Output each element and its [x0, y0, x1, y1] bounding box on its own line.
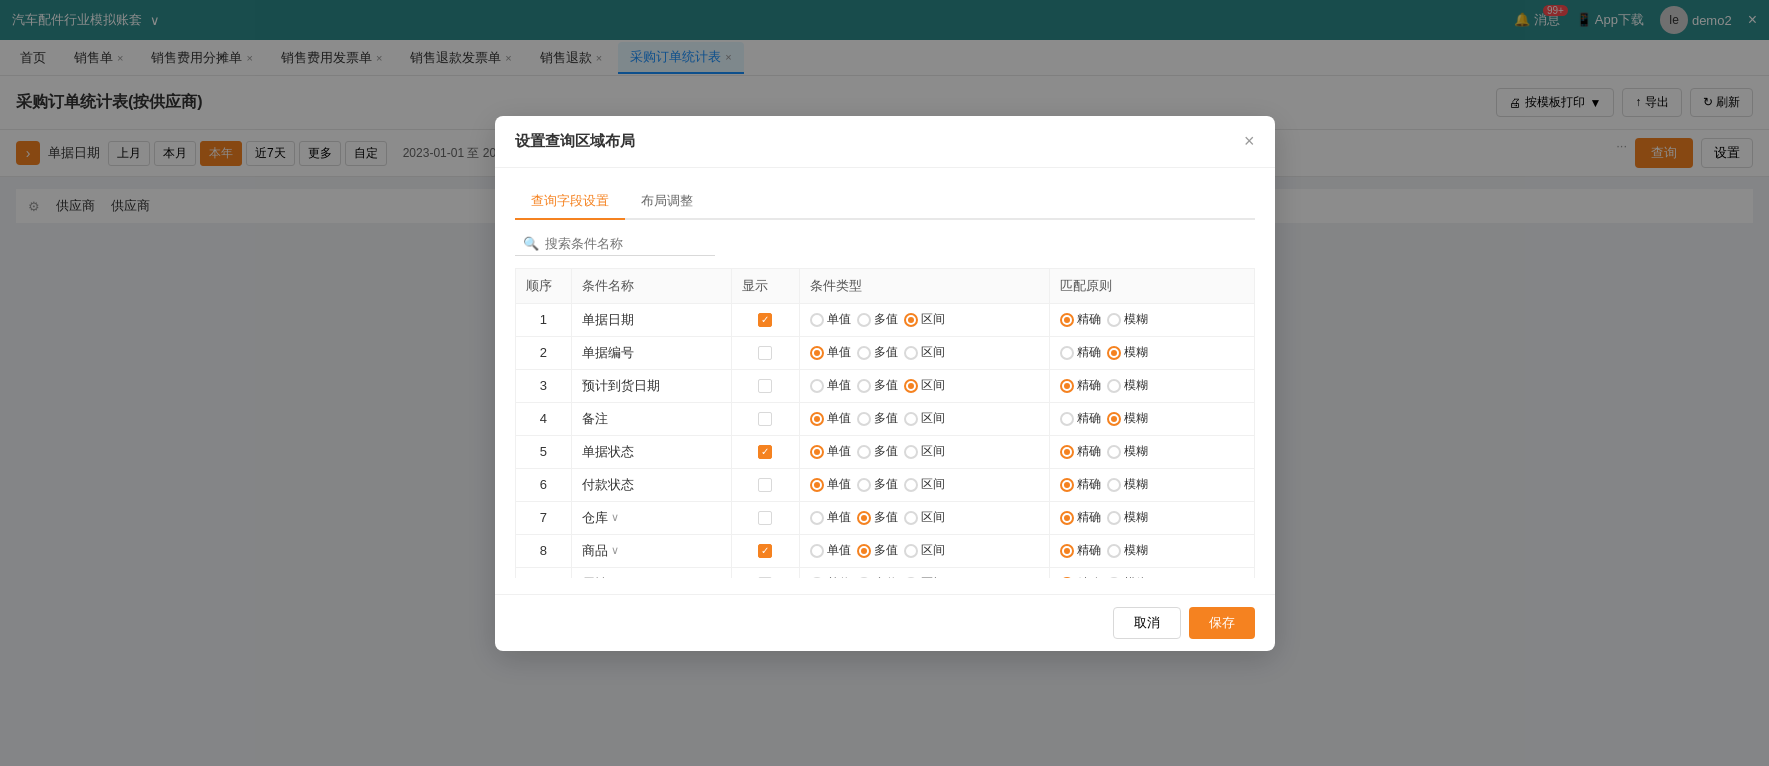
show-checkbox[interactable]: [758, 346, 772, 360]
row-order: 2: [515, 336, 572, 369]
tab-layout-adjust-label: 布局调整: [641, 193, 693, 208]
modal-close-button[interactable]: ×: [1244, 132, 1255, 150]
row-name: 预计到货日期: [572, 369, 731, 377]
row-name: 单据编号: [572, 336, 731, 369]
config-table: 顺序 条件名称 显示 条件类型 匹配原则 1 单据日期: [515, 268, 1255, 378]
table-row: 2 单据编号 单值: [515, 336, 1254, 369]
search-icon: 🔍: [523, 236, 539, 251]
tab-layout-adjust[interactable]: 布局调整: [625, 184, 709, 220]
col-header-match: 匹配原则: [1049, 268, 1254, 303]
row-match: 精确 模糊: [1049, 336, 1254, 369]
modal-title: 设置查询区域布局: [515, 132, 635, 151]
single-label: 单值: [827, 311, 851, 328]
range-label: 区间: [921, 311, 945, 328]
row-match: 精确 模糊: [1049, 369, 1254, 377]
condition-search-input[interactable]: [545, 236, 707, 251]
row-order: 1: [515, 303, 572, 336]
match-radio-group: 精确 模糊: [1060, 311, 1244, 328]
col-header-show: 显示: [731, 268, 799, 303]
exact-dot: [1060, 313, 1074, 327]
modal-header: 设置查询区域布局 ×: [495, 116, 1275, 168]
row-type: 单值 多值 区间: [799, 303, 1049, 336]
type-radio-group: 单值 多值 区间: [810, 311, 1039, 328]
row-type: 单值 多值 区间: [799, 336, 1049, 369]
modal-tabs: 查询字段设置 布局调整: [515, 184, 1255, 220]
fuzzy-label: 模糊: [1124, 311, 1148, 328]
tab-query-fields[interactable]: 查询字段设置: [515, 184, 625, 220]
row-order: 3: [515, 369, 572, 377]
match-exact-radio[interactable]: 精确: [1060, 311, 1101, 328]
row-show[interactable]: [731, 336, 799, 369]
modal-body: 查询字段设置 布局调整 🔍 顺序 条件名称 显示: [495, 168, 1275, 378]
row-match: 精确 模糊: [1049, 303, 1254, 336]
col-header-type: 条件类型: [799, 268, 1049, 303]
range-dot: [904, 313, 918, 327]
settings-modal: 设置查询区域布局 × 查询字段设置 布局调整 🔍: [495, 116, 1275, 378]
type-multi-radio[interactable]: 多值: [857, 311, 898, 328]
table-row: 1 单据日期 单值: [515, 303, 1254, 336]
exact-label: 精确: [1077, 311, 1101, 328]
show-checkbox[interactable]: [758, 313, 772, 327]
match-fuzzy-radio[interactable]: 模糊: [1107, 311, 1148, 328]
col-header-order: 顺序: [515, 268, 572, 303]
tab-query-fields-label: 查询字段设置: [531, 193, 609, 208]
multi-dot: [857, 313, 871, 327]
modal-overlay: 设置查询区域布局 × 查询字段设置 布局调整 🔍: [0, 0, 1769, 377]
condition-search-box: 🔍: [515, 232, 715, 256]
type-single-radio[interactable]: 单值: [810, 311, 851, 328]
single-dot: [810, 313, 824, 327]
multi-label: 多值: [874, 311, 898, 328]
config-table-scroll[interactable]: 顺序 条件名称 显示 条件类型 匹配原则 1 单据日期: [515, 268, 1255, 378]
row-name: 单据日期: [572, 303, 731, 336]
table-row: 3 预计到货日期 单值: [515, 369, 1254, 377]
row-show[interactable]: [731, 303, 799, 336]
type-range-radio[interactable]: 区间: [904, 311, 945, 328]
fuzzy-dot: [1107, 313, 1121, 327]
row-type: 单值 多值 区间: [799, 369, 1049, 377]
row-show[interactable]: [731, 369, 799, 377]
col-header-name: 条件名称: [572, 268, 731, 303]
